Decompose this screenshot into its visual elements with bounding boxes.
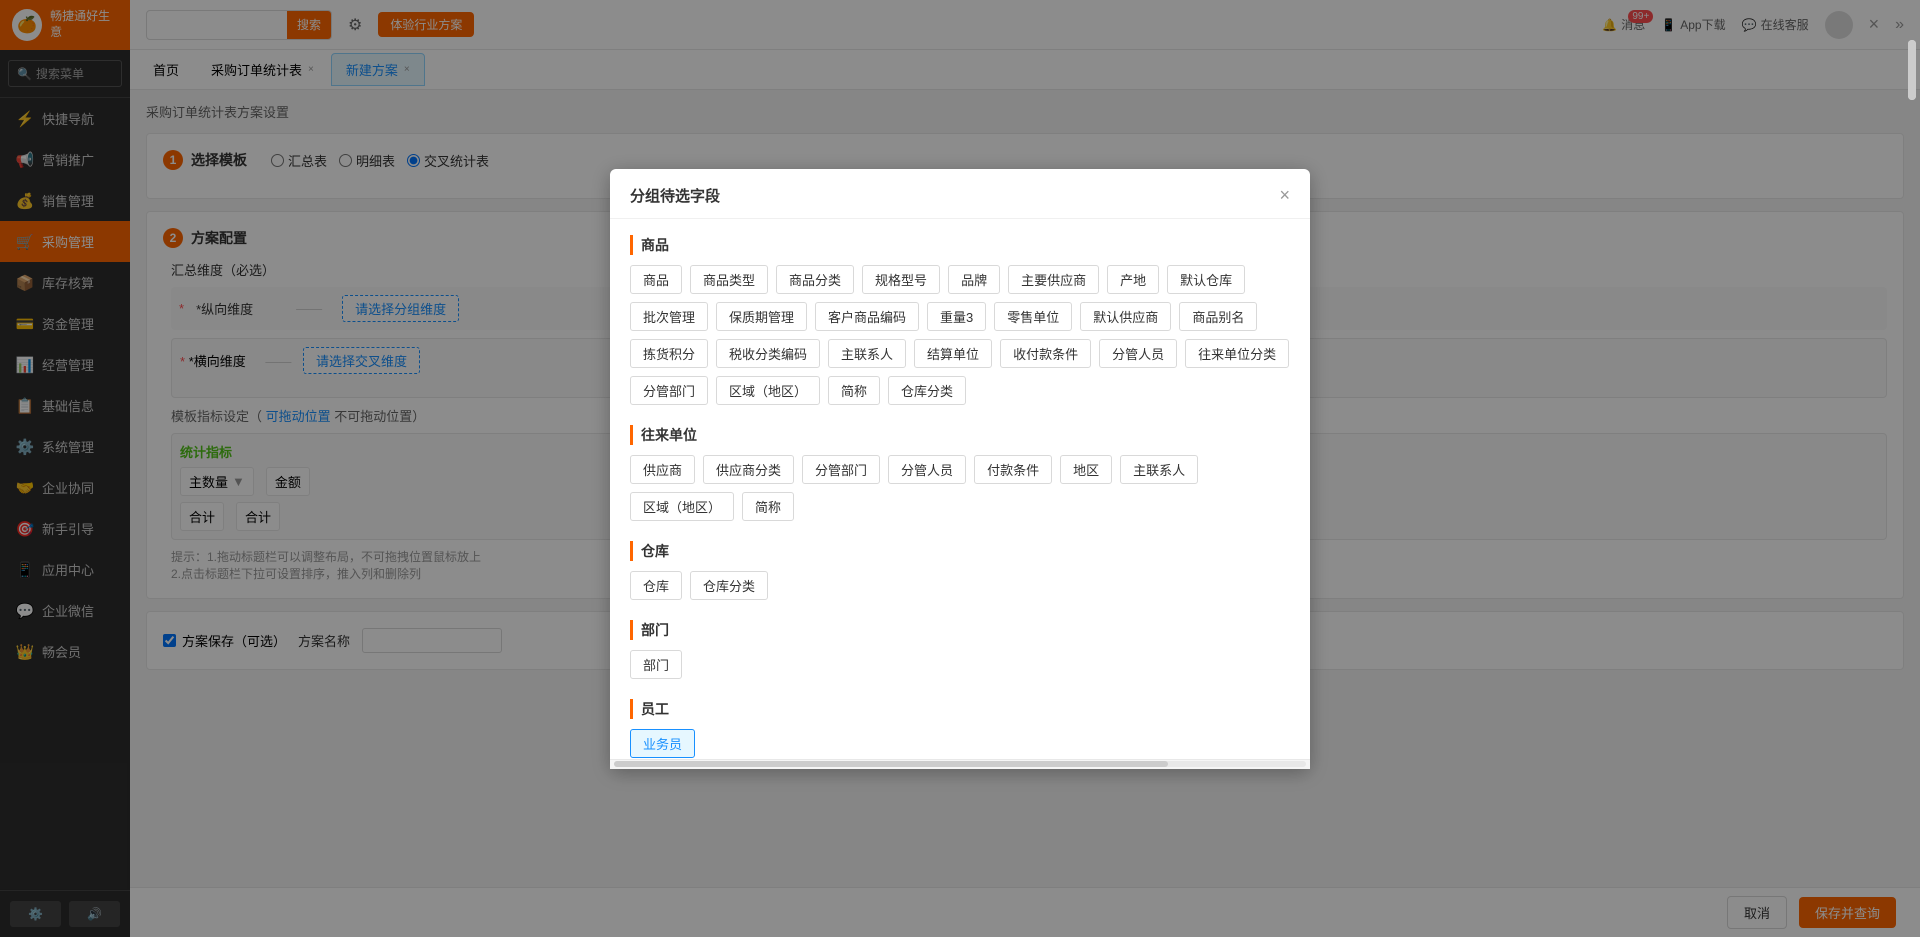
scrollbar-track[interactable]	[1908, 40, 1916, 100]
field-tag-area[interactable]: 地区	[1060, 455, 1112, 484]
modal-hscrollbar	[610, 759, 1310, 769]
hscroll-thumb[interactable]	[614, 761, 1168, 767]
field-tag-supervisor[interactable]: 分管人员	[1099, 339, 1177, 368]
partner-section-title: 往来单位	[630, 425, 1290, 445]
department-field-tags: 部门	[630, 650, 1290, 679]
field-tag-weight[interactable]: 重量3	[927, 302, 986, 331]
partner-field-tags: 供应商 供应商分类 分管部门 分管人员 付款条件 地区 主联系人 区域（地区） …	[630, 455, 1290, 521]
field-tag-retail-unit[interactable]: 零售单位	[994, 302, 1072, 331]
field-tag-batch-mgmt[interactable]: 批次管理	[630, 302, 708, 331]
modal-dialog: 分组待选字段 × 商品 商品 商品类型 商品分类 规格型号 品牌 主要供应商 产…	[610, 169, 1310, 769]
employee-field-tags: 业务员	[630, 729, 1290, 758]
modal-close-button[interactable]: ×	[1279, 185, 1290, 206]
field-tag-product[interactable]: 商品	[630, 265, 682, 294]
field-tag-main-contact2[interactable]: 主联系人	[1120, 455, 1198, 484]
field-tag-dept[interactable]: 分管部门	[630, 376, 708, 405]
field-tag-pick-score[interactable]: 拣货积分	[630, 339, 708, 368]
field-tag-supervisor2[interactable]: 分管人员	[888, 455, 966, 484]
field-tag-customer-code[interactable]: 客户商品编码	[815, 302, 919, 331]
field-tag-warehouse-name[interactable]: 仓库	[630, 571, 682, 600]
field-tag-brand[interactable]: 品牌	[948, 265, 1000, 294]
warehouse-section-title: 仓库	[630, 541, 1290, 561]
field-tag-default-supplier[interactable]: 默认供应商	[1080, 302, 1171, 331]
field-tag-main-contact[interactable]: 主联系人	[828, 339, 906, 368]
modal-section-employee: 员工 业务员	[630, 699, 1290, 758]
modal-section-product: 商品 商品 商品类型 商品分类 规格型号 品牌 主要供应商 产地 默认仓库 批次…	[630, 235, 1290, 405]
field-tag-spec-model[interactable]: 规格型号	[862, 265, 940, 294]
field-tag-settle-unit[interactable]: 结算单位	[914, 339, 992, 368]
field-tag-product-category[interactable]: 商品分类	[776, 265, 854, 294]
field-tag-payment-terms[interactable]: 收付款条件	[1000, 339, 1091, 368]
modal-title: 分组待选字段	[630, 185, 720, 206]
scrollbar-thumb[interactable]	[1908, 40, 1916, 100]
hscroll-track[interactable]	[614, 761, 1306, 767]
product-field-tags: 商品 商品类型 商品分类 规格型号 品牌 主要供应商 产地 默认仓库 批次管理 …	[630, 265, 1290, 405]
field-tag-product-type[interactable]: 商品类型	[690, 265, 768, 294]
field-tag-quality-mgmt[interactable]: 保质期管理	[716, 302, 807, 331]
field-tag-partner-category[interactable]: 往来单位分类	[1185, 339, 1289, 368]
field-tag-region-product[interactable]: 区域（地区）	[716, 376, 820, 405]
field-tag-warehouse-category[interactable]: 仓库分类	[888, 376, 966, 405]
field-tag-department[interactable]: 部门	[630, 650, 682, 679]
field-tag-payment-cond[interactable]: 付款条件	[974, 455, 1052, 484]
modal-body: 商品 商品 商品类型 商品分类 规格型号 品牌 主要供应商 产地 默认仓库 批次…	[610, 219, 1310, 759]
field-tag-main-supplier[interactable]: 主要供应商	[1008, 265, 1099, 294]
product-section-title: 商品	[630, 235, 1290, 255]
field-tag-region-partner[interactable]: 区域（地区）	[630, 492, 734, 521]
field-tag-supplier-category[interactable]: 供应商分类	[703, 455, 794, 484]
field-tag-default-warehouse[interactable]: 默认仓库	[1167, 265, 1245, 294]
modal-section-department: 部门 部门	[630, 620, 1290, 679]
modal-overlay: 分组待选字段 × 商品 商品 商品类型 商品分类 规格型号 品牌 主要供应商 产…	[0, 0, 1920, 937]
field-tag-short-name2[interactable]: 简称	[742, 492, 794, 521]
field-tag-dept2[interactable]: 分管部门	[802, 455, 880, 484]
modal-section-partner: 往来单位 供应商 供应商分类 分管部门 分管人员 付款条件 地区 主联系人 区域…	[630, 425, 1290, 521]
field-tag-tax-code[interactable]: 税收分类编码	[716, 339, 820, 368]
modal-scrollbar	[1908, 40, 1916, 640]
warehouse-field-tags: 仓库 仓库分类	[630, 571, 1290, 600]
department-section-title: 部门	[630, 620, 1290, 640]
modal-header: 分组待选字段 ×	[610, 169, 1310, 219]
field-tag-supplier[interactable]: 供应商	[630, 455, 695, 484]
field-tag-origin[interactable]: 产地	[1107, 265, 1159, 294]
field-tag-salesperson[interactable]: 业务员	[630, 729, 695, 758]
field-tag-product-alias[interactable]: 商品别名	[1179, 302, 1257, 331]
field-tag-short-name[interactable]: 简称	[828, 376, 880, 405]
field-tag-warehouse-cat[interactable]: 仓库分类	[690, 571, 768, 600]
employee-section-title: 员工	[630, 699, 1290, 719]
modal-section-warehouse: 仓库 仓库 仓库分类	[630, 541, 1290, 600]
